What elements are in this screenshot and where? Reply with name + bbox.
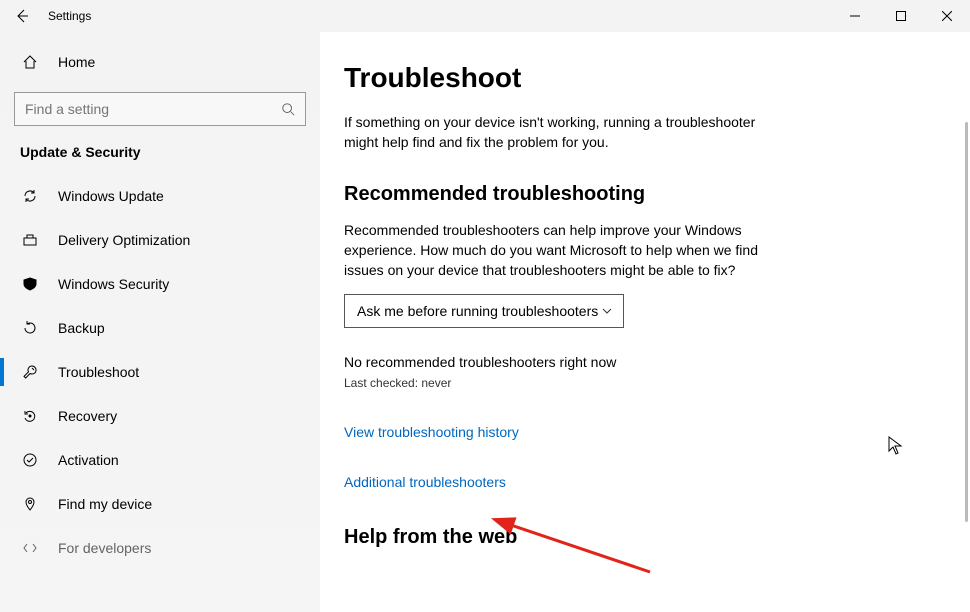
home-icon bbox=[20, 54, 40, 70]
main-content: Troubleshoot If something on your device… bbox=[320, 32, 970, 612]
no-recommended-text: No recommended troubleshooters right now bbox=[344, 354, 864, 370]
view-history-link[interactable]: View troubleshooting history bbox=[344, 424, 864, 440]
sidebar: Home Update & Security Windows Update bbox=[0, 32, 320, 612]
back-button[interactable] bbox=[0, 0, 44, 32]
sidebar-item-label: Find my device bbox=[58, 496, 152, 512]
section-help-title: Help from the web bbox=[344, 526, 864, 549]
sync-icon bbox=[20, 188, 40, 204]
section-recommended-title: Recommended troubleshooting bbox=[344, 183, 864, 206]
sidebar-item-troubleshoot[interactable]: Troubleshoot bbox=[0, 350, 320, 394]
titlebar: Settings bbox=[0, 0, 970, 32]
body: Home Update & Security Windows Update bbox=[0, 32, 970, 612]
intro-text: If something on your device isn't workin… bbox=[344, 112, 774, 153]
home-nav[interactable]: Home bbox=[0, 42, 320, 82]
wrench-icon bbox=[20, 364, 40, 380]
chevron-down-icon bbox=[601, 305, 613, 317]
page-title: Troubleshoot bbox=[344, 62, 864, 94]
recovery-icon bbox=[20, 408, 40, 424]
settings-window: Settings Home bbox=[0, 0, 970, 612]
sidebar-item-label: Backup bbox=[58, 320, 105, 336]
shield-icon bbox=[20, 276, 40, 292]
sidebar-section-title: Update & Security bbox=[0, 144, 320, 174]
sidebar-item-backup[interactable]: Backup bbox=[0, 306, 320, 350]
sidebar-item-label: Delivery Optimization bbox=[58, 232, 190, 248]
home-label: Home bbox=[58, 54, 95, 70]
sidebar-item-label: Windows Update bbox=[58, 188, 164, 204]
maximize-button[interactable] bbox=[878, 0, 924, 32]
sidebar-item-find-my-device[interactable]: Find my device bbox=[0, 482, 320, 526]
window-controls bbox=[832, 0, 970, 32]
scrollbar-thumb[interactable] bbox=[965, 122, 968, 522]
main-scroll[interactable]: Troubleshoot If something on your device… bbox=[344, 62, 904, 612]
sidebar-item-recovery[interactable]: Recovery bbox=[0, 394, 320, 438]
minimize-button[interactable] bbox=[832, 0, 878, 32]
sidebar-item-activation[interactable]: Activation bbox=[0, 438, 320, 482]
troubleshoot-preference-dropdown[interactable]: Ask me before running troubleshooters bbox=[344, 294, 624, 328]
sidebar-item-label: Recovery bbox=[58, 408, 117, 424]
code-icon bbox=[20, 540, 40, 556]
titlebar-left: Settings bbox=[0, 0, 91, 32]
search-wrap bbox=[0, 92, 320, 144]
sidebar-item-label: Troubleshoot bbox=[58, 364, 139, 380]
backup-icon bbox=[20, 320, 40, 336]
search-icon bbox=[281, 102, 295, 116]
location-icon bbox=[20, 496, 40, 512]
search-box[interactable] bbox=[14, 92, 306, 126]
sidebar-item-windows-security[interactable]: Windows Security bbox=[0, 262, 320, 306]
nav-list: Windows Update Delivery Optimization Win… bbox=[0, 174, 320, 570]
check-circle-icon bbox=[20, 452, 40, 468]
sidebar-item-label: Windows Security bbox=[58, 276, 169, 292]
sidebar-item-label: Activation bbox=[58, 452, 119, 468]
last-checked-text: Last checked: never bbox=[344, 376, 864, 390]
dropdown-value: Ask me before running troubleshooters bbox=[357, 303, 598, 319]
sidebar-item-delivery-optimization[interactable]: Delivery Optimization bbox=[0, 218, 320, 262]
sidebar-item-for-developers[interactable]: For developers bbox=[0, 526, 320, 570]
window-title: Settings bbox=[48, 9, 91, 23]
search-input[interactable] bbox=[25, 101, 281, 117]
additional-troubleshooters-link[interactable]: Additional troubleshooters bbox=[344, 474, 864, 490]
recommended-desc: Recommended troubleshooters can help imp… bbox=[344, 220, 774, 281]
sidebar-item-label: For developers bbox=[58, 540, 151, 556]
close-button[interactable] bbox=[924, 0, 970, 32]
delivery-icon bbox=[20, 232, 40, 248]
sidebar-item-windows-update[interactable]: Windows Update bbox=[0, 174, 320, 218]
